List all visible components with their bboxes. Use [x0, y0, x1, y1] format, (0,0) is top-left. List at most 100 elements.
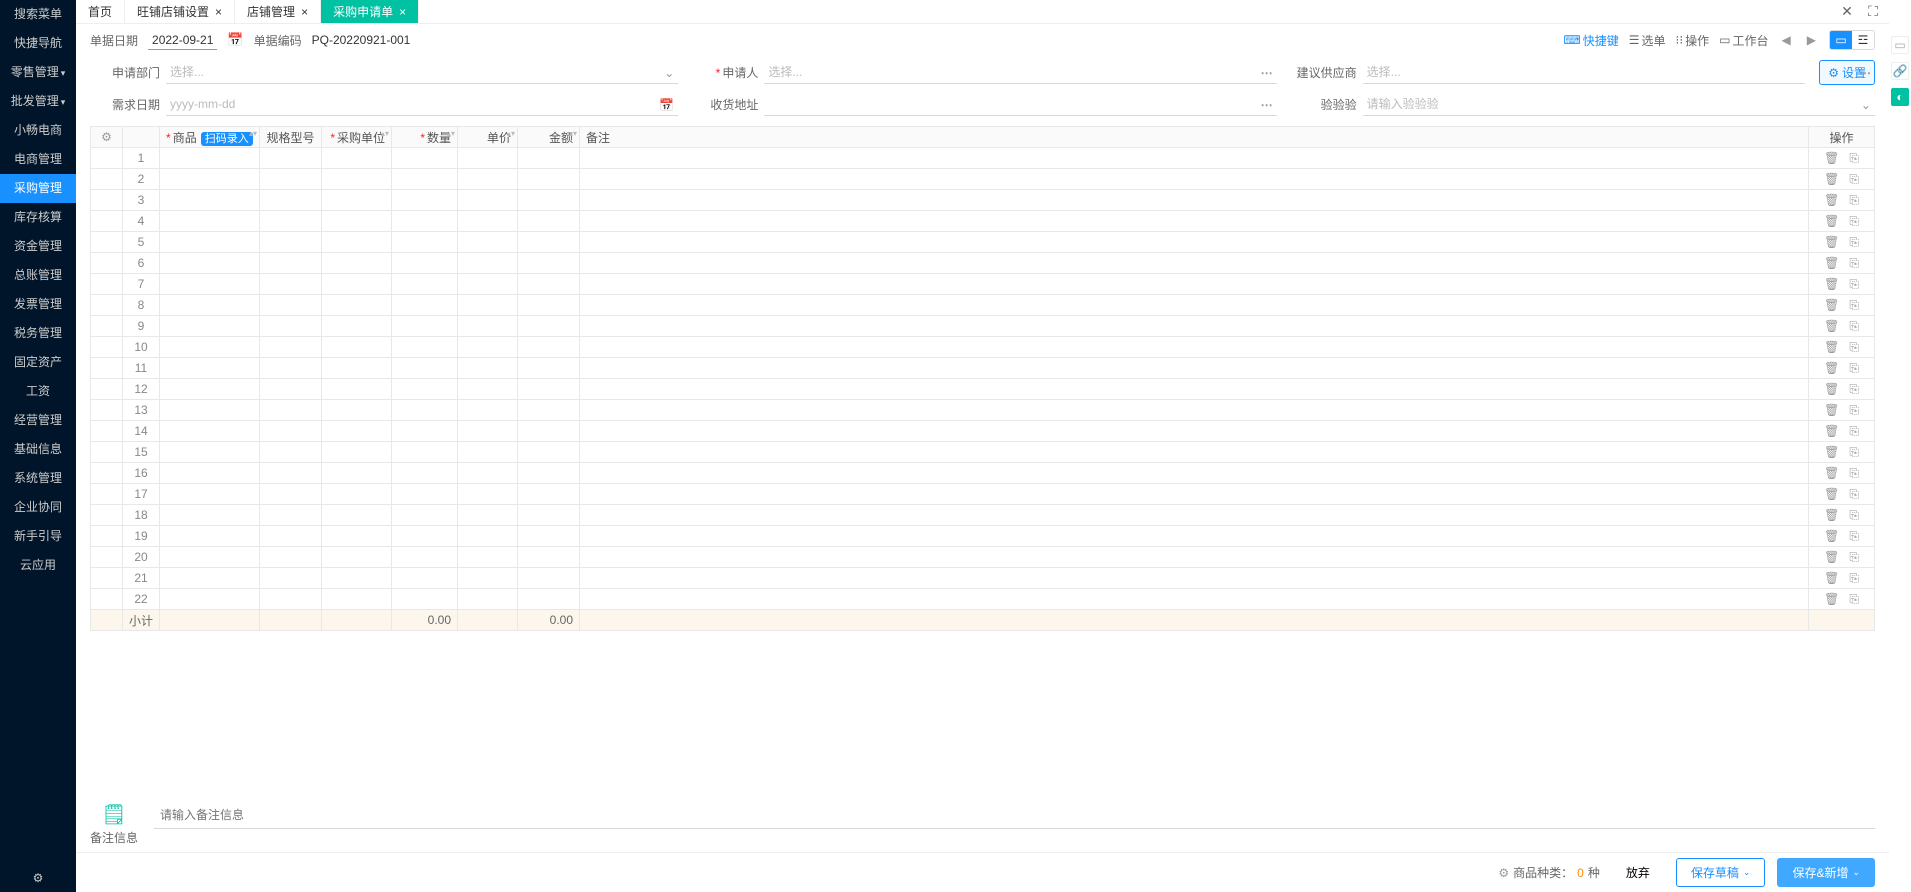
delete-icon[interactable]: 🗑 — [1824, 382, 1839, 397]
copy-icon[interactable]: ⎘ — [1849, 193, 1859, 208]
table-row[interactable]: 18🗑⎘ — [91, 505, 1875, 526]
delete-icon[interactable]: 🗑 — [1824, 466, 1839, 481]
doc-date-value[interactable]: 2022-09-21 — [148, 31, 217, 50]
shortcut-link[interactable]: ⌨ 快捷键 — [1563, 32, 1618, 49]
copy-icon[interactable]: ⎘ — [1849, 466, 1859, 481]
sidebar-item-3[interactable]: 批发管理▾ — [0, 87, 76, 116]
verify-input[interactable] — [1363, 93, 1875, 116]
sidebar-item-15[interactable]: 基础信息 — [0, 435, 76, 464]
select-bill-link[interactable]: ☰ 选单 — [1629, 32, 1666, 49]
sidebar-item-2[interactable]: 零售管理▾ — [0, 58, 76, 87]
table-row[interactable]: 6🗑⎘ — [91, 253, 1875, 274]
applicant-input[interactable] — [764, 61, 1276, 84]
calendar-icon[interactable]: 📅 — [227, 32, 243, 48]
table-row[interactable]: 20🗑⎘ — [91, 547, 1875, 568]
copy-icon[interactable]: ⎘ — [1849, 550, 1859, 565]
copy-icon[interactable]: ⎘ — [1849, 340, 1859, 355]
col-qty[interactable]: ▴▾*数量 — [392, 127, 458, 148]
table-row[interactable]: 21🗑⎘ — [91, 568, 1875, 589]
strip-icon-3[interactable]: ◐ — [1891, 88, 1909, 106]
strip-icon-2[interactable]: 🔗 — [1891, 62, 1909, 80]
copy-icon[interactable]: ⎘ — [1849, 277, 1859, 292]
tab-1[interactable]: 旺铺店铺设置× — [125, 0, 235, 23]
close-icon[interactable]: × — [399, 5, 406, 19]
table-row[interactable]: 19🗑⎘ — [91, 526, 1875, 547]
ellipsis-icon[interactable]: ⋯ — [1859, 66, 1871, 80]
sidebar-item-0[interactable]: 搜索菜单 — [0, 0, 76, 29]
table-row[interactable]: 22🗑⎘ — [91, 589, 1875, 610]
copy-icon[interactable]: ⎘ — [1849, 487, 1859, 502]
table-row[interactable]: 16🗑⎘ — [91, 463, 1875, 484]
col-amount[interactable]: 金额▴▾ — [518, 127, 580, 148]
copy-icon[interactable]: ⎘ — [1849, 445, 1859, 460]
copy-icon[interactable]: ⎘ — [1849, 151, 1859, 166]
table-row[interactable]: 1🗑⎘ — [91, 148, 1875, 169]
col-price[interactable]: 单价▴▾ — [458, 127, 518, 148]
delete-icon[interactable]: 🗑 — [1824, 403, 1839, 418]
chevron-down-icon[interactable]: ⌄ — [664, 66, 674, 80]
table-row[interactable]: 5🗑⎘ — [91, 232, 1875, 253]
close-all-icon[interactable]: ✕ — [1837, 2, 1857, 22]
gear-icon[interactable]: ⚙ — [101, 130, 112, 144]
delete-icon[interactable]: 🗑 — [1824, 340, 1839, 355]
delete-icon[interactable]: 🗑 — [1824, 298, 1839, 313]
ellipsis-icon[interactable]: ⋯ — [1261, 66, 1273, 80]
next-doc-icon[interactable]: ▶ — [1804, 33, 1819, 47]
copy-icon[interactable]: ⎘ — [1849, 424, 1859, 439]
delete-icon[interactable]: 🗑 — [1824, 592, 1839, 607]
need-date-input[interactable] — [166, 93, 678, 116]
prev-doc-icon[interactable]: ◀ — [1779, 33, 1794, 47]
addr-input[interactable] — [764, 93, 1276, 116]
sidebar-item-6[interactable]: 采购管理 — [0, 174, 76, 203]
tab-3[interactable]: 采购申请单× — [321, 0, 419, 23]
table-row[interactable]: 11🗑⎘ — [91, 358, 1875, 379]
dept-input[interactable] — [166, 61, 678, 84]
copy-icon[interactable]: ⎘ — [1849, 256, 1859, 271]
delete-icon[interactable]: 🗑 — [1824, 235, 1839, 250]
scan-tag[interactable]: 扫码录入 — [201, 132, 253, 146]
table-row[interactable]: 10🗑⎘ — [91, 337, 1875, 358]
table-row[interactable]: 4🗑⎘ — [91, 211, 1875, 232]
expand-icon[interactable]: ⛶ — [1863, 2, 1883, 22]
sidebar-item-9[interactable]: 总账管理 — [0, 261, 76, 290]
delete-icon[interactable]: 🗑 — [1824, 172, 1839, 187]
table-row[interactable]: 8🗑⎘ — [91, 295, 1875, 316]
copy-icon[interactable]: ⎘ — [1849, 298, 1859, 313]
delete-icon[interactable]: 🗑 — [1824, 550, 1839, 565]
sidebar-item-16[interactable]: 系统管理 — [0, 464, 76, 493]
delete-icon[interactable]: 🗑 — [1824, 319, 1839, 334]
calendar-icon[interactable]: 📅 — [659, 98, 674, 112]
supplier-input[interactable] — [1363, 61, 1806, 84]
col-goods[interactable]: ▴▾*商品扫码录入 — [160, 127, 260, 148]
delete-icon[interactable]: 🗑 — [1824, 277, 1839, 292]
copy-icon[interactable]: ⎘ — [1849, 403, 1859, 418]
table-row[interactable]: 3🗑⎘ — [91, 190, 1875, 211]
delete-icon[interactable]: 🗑 — [1824, 529, 1839, 544]
delete-icon[interactable]: 🗑 — [1824, 151, 1839, 166]
sidebar-item-11[interactable]: 税务管理 — [0, 319, 76, 348]
sidebar-item-12[interactable]: 固定资产 — [0, 348, 76, 377]
table-row[interactable]: 7🗑⎘ — [91, 274, 1875, 295]
sidebar-item-18[interactable]: 新手引导 — [0, 522, 76, 551]
ellipsis-icon[interactable]: ⋯ — [1261, 98, 1273, 112]
save-draft-button[interactable]: 保存草稿⌄ — [1676, 858, 1766, 887]
discard-button[interactable]: 放弃 — [1612, 859, 1664, 886]
table-row[interactable]: 9🗑⎘ — [91, 316, 1875, 337]
tab-2[interactable]: 店铺管理× — [235, 0, 321, 23]
copy-icon[interactable]: ⎘ — [1849, 382, 1859, 397]
delete-icon[interactable]: 🗑 — [1824, 214, 1839, 229]
table-row[interactable]: 15🗑⎘ — [91, 442, 1875, 463]
save-new-button[interactable]: 保存&新增⌄ — [1777, 858, 1875, 887]
delete-icon[interactable]: 🗑 — [1824, 487, 1839, 502]
delete-icon[interactable]: 🗑 — [1824, 508, 1839, 523]
gear-icon[interactable]: ⚙ — [1498, 866, 1509, 880]
note-input[interactable] — [154, 802, 1875, 829]
sidebar-item-4[interactable]: 小畅电商 — [0, 116, 76, 145]
delete-icon[interactable]: 🗑 — [1824, 256, 1839, 271]
sidebar-item-10[interactable]: 发票管理 — [0, 290, 76, 319]
col-spec[interactable]: 规格型号 — [260, 127, 322, 148]
table-row[interactable]: 12🗑⎘ — [91, 379, 1875, 400]
copy-icon[interactable]: ⎘ — [1849, 172, 1859, 187]
col-note[interactable]: 备注 — [580, 127, 1809, 148]
sidebar-settings[interactable]: ⚙ — [0, 864, 76, 892]
